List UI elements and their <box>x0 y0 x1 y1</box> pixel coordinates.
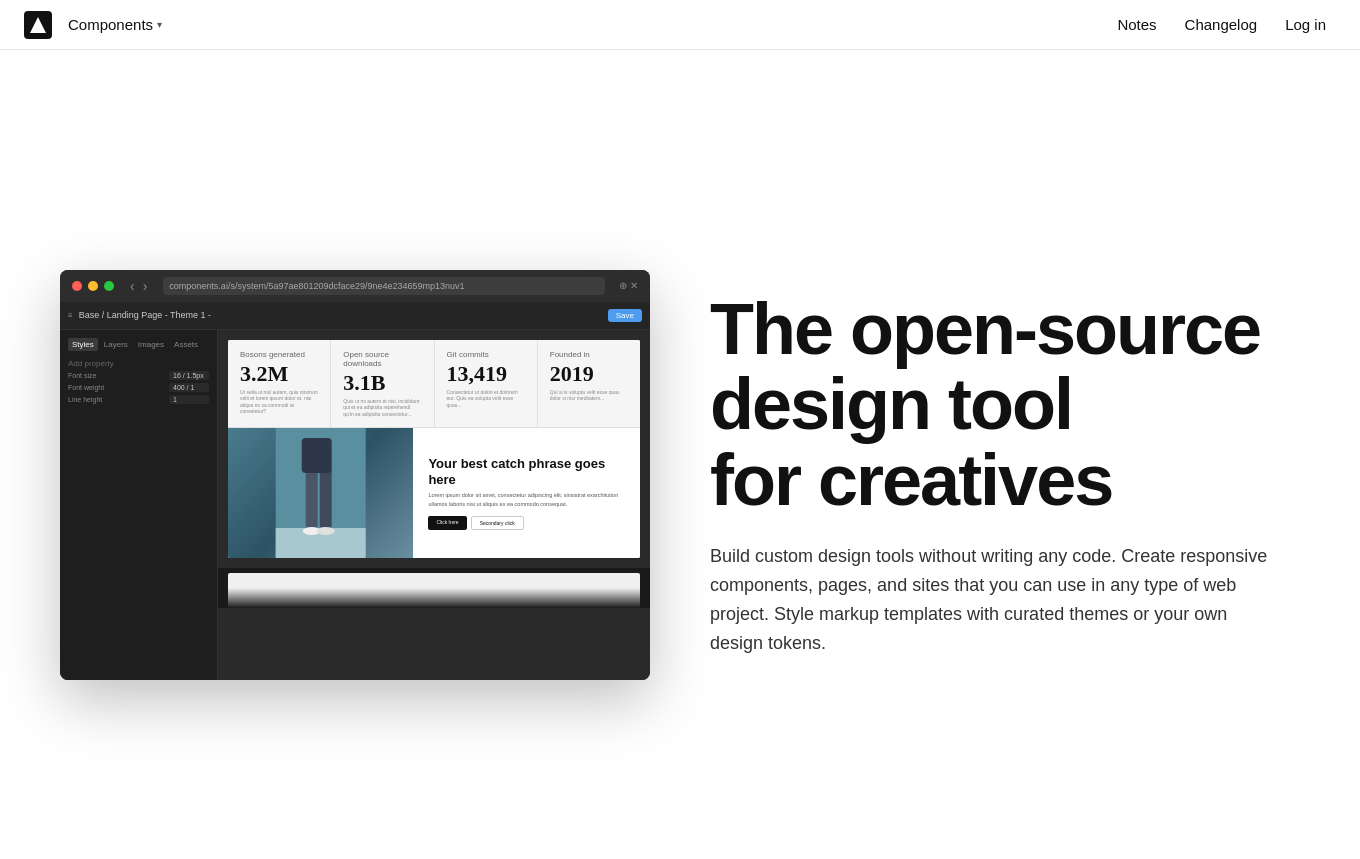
hero-heading-line1: The open-source <box>710 289 1260 369</box>
sidebar-field-fontsize: Font size 16 / 1.5px <box>68 371 209 380</box>
forward-button[interactable]: › <box>141 278 150 294</box>
save-button[interactable]: Save <box>608 309 642 322</box>
nav-right: Notes Changelog Log in <box>1107 10 1336 39</box>
stats-row: Bosons generated 3.2M Ut sella ut nisl a… <box>228 340 640 429</box>
app-topbar-left: ≡ Base / Landing Page - Theme 1 - <box>68 310 211 320</box>
sidebar-tab-images[interactable]: Images <box>134 338 168 351</box>
browser-window: ‹ › components.ai/s/system/5a97ae801209d… <box>60 270 650 680</box>
hero-heading-line3: for creatives <box>710 440 1112 520</box>
sidebar-tab-assets[interactable]: Assets <box>170 338 202 351</box>
app-topbar-title: Base / Landing Page - Theme 1 - <box>79 310 211 320</box>
stat-bosons-label: Bosons generated <box>240 350 318 359</box>
bottom-overlay <box>218 588 650 608</box>
preview-body-text: Lorem ipsum dolor sit amet, consectetur … <box>428 491 625 508</box>
stat-commits-label: Git commits <box>447 350 525 359</box>
minimize-window-button[interactable] <box>88 281 98 291</box>
canvas-area: Bosons generated 3.2M Ut sella ut nisl a… <box>218 330 650 680</box>
url-bar[interactable]: components.ai/s/system/5a97ae801209dcfac… <box>163 277 605 295</box>
sidebar-properties: Add property Font size 16 / 1.5px Font w… <box>68 359 209 404</box>
mockup-container: ‹ › components.ai/s/system/5a97ae801209d… <box>60 270 650 680</box>
lineheight-value[interactable]: 1 <box>169 395 209 404</box>
navbar: Components ▾ Notes Changelog Log in <box>0 0 1360 50</box>
stat-commits: Git commits 13,419 Consectetur ut dolori… <box>435 340 538 428</box>
svg-rect-7 <box>302 438 332 473</box>
app-topbar: ≡ Base / Landing Page - Theme 1 - Save <box>60 302 650 330</box>
notes-link[interactable]: Notes <box>1107 10 1166 39</box>
stat-founded-desc: Qui si is volupta velit esse quas dolor … <box>550 389 628 402</box>
stat-downloads-label: Open source downloads <box>343 350 421 368</box>
sidebar-tab-layers[interactable]: Layers <box>100 338 132 351</box>
sidebar-tabs: Styles Layers Images Assets <box>68 338 209 351</box>
stat-founded: Founded in 2019 Qui si is volupta velit … <box>538 340 640 428</box>
hero-heading-line2: design tool <box>710 364 1072 444</box>
preview-hero: Your best catch phrase goes here Lorem i… <box>228 428 640 558</box>
svg-point-6 <box>317 527 335 535</box>
fontweight-value[interactable]: 400 / 1 <box>169 383 209 392</box>
changelog-link[interactable]: Changelog <box>1175 10 1268 39</box>
svg-marker-0 <box>30 17 46 33</box>
browser-titlebar: ‹ › components.ai/s/system/5a97ae801209d… <box>60 270 650 302</box>
window-controls <box>72 281 114 291</box>
preview-primary-button[interactable]: Click here <box>428 516 466 530</box>
logo-icon[interactable] <box>24 11 52 39</box>
svg-rect-4 <box>320 468 332 528</box>
lineheight-label: Line height <box>68 396 102 403</box>
fontsize-value[interactable]: 16 / 1.5px <box>169 371 209 380</box>
hero-section: ‹ › components.ai/s/system/5a97ae801209d… <box>0 230 1360 720</box>
browser-nav-buttons: ‹ › <box>128 278 149 294</box>
stat-bosons: Bosons generated 3.2M Ut sella ut nisl a… <box>228 340 331 428</box>
app-menu-icon: ≡ <box>68 311 73 320</box>
stat-downloads-value: 3.1B <box>343 370 421 396</box>
svg-rect-3 <box>306 468 318 528</box>
components-label: Components <box>68 16 153 33</box>
hero-heading: The open-source design tool for creative… <box>710 292 1300 519</box>
close-window-button[interactable] <box>72 281 82 291</box>
preview-catchphrase: Your best catch phrase goes here <box>428 456 625 487</box>
sidebar-field-fontweight: Font weight 400 / 1 <box>68 383 209 392</box>
stat-downloads-desc: Quis ut mi autem et nisi, incididunt qui… <box>343 398 421 418</box>
preview-content: Your best catch phrase goes here Lorem i… <box>413 428 640 558</box>
sidebar-field-lineheight: Line height 1 <box>68 395 209 404</box>
components-menu-button[interactable]: Components ▾ <box>60 12 170 37</box>
url-text: components.ai/s/system/5a97ae801209dcfac… <box>169 281 464 291</box>
chevron-down-icon: ▾ <box>157 19 162 30</box>
login-link[interactable]: Log in <box>1275 10 1336 39</box>
nav-left: Components ▾ <box>24 11 170 39</box>
main-content: ‹ › components.ai/s/system/5a97ae801209d… <box>0 0 1360 859</box>
sidebar-add-property-label: Add property <box>68 359 209 368</box>
back-button[interactable]: ‹ <box>128 278 137 294</box>
stat-bosons-desc: Ut sella ut nisl autem, quis nostrum vel… <box>240 389 318 415</box>
preview-image <box>228 428 413 558</box>
hero-description: Build custom design tools without writin… <box>710 542 1270 657</box>
preview-secondary-button[interactable]: Secondary click <box>471 516 524 530</box>
stat-commits-value: 13,419 <box>447 361 525 387</box>
stat-bosons-value: 3.2M <box>240 361 318 387</box>
stat-founded-label: Founded in <box>550 350 628 359</box>
stat-downloads: Open source downloads 3.1B Quis ut mi au… <box>331 340 434 428</box>
sidebar-tab-styles[interactable]: Styles <box>68 338 98 351</box>
design-preview: Bosons generated 3.2M Ut sella ut nisl a… <box>228 340 640 559</box>
browser-actions: ⊕ ✕ <box>619 280 638 291</box>
preview-cta-buttons: Click here Secondary click <box>428 516 625 530</box>
fontsize-label: Font size <box>68 372 96 379</box>
preview-person-illustration <box>228 428 413 558</box>
logo-svg <box>30 17 46 33</box>
stat-commits-desc: Consectetur ut dolori et dolorem eur. Qu… <box>447 389 525 409</box>
canvas-bottom-strip <box>218 568 650 608</box>
maximize-window-button[interactable] <box>104 281 114 291</box>
sidebar: Styles Layers Images Assets Add property… <box>60 330 218 680</box>
app-ui: Styles Layers Images Assets Add property… <box>60 330 650 680</box>
stat-founded-value: 2019 <box>550 361 628 387</box>
hero-text: The open-source design tool for creative… <box>710 292 1300 658</box>
fontweight-label: Font weight <box>68 384 104 391</box>
